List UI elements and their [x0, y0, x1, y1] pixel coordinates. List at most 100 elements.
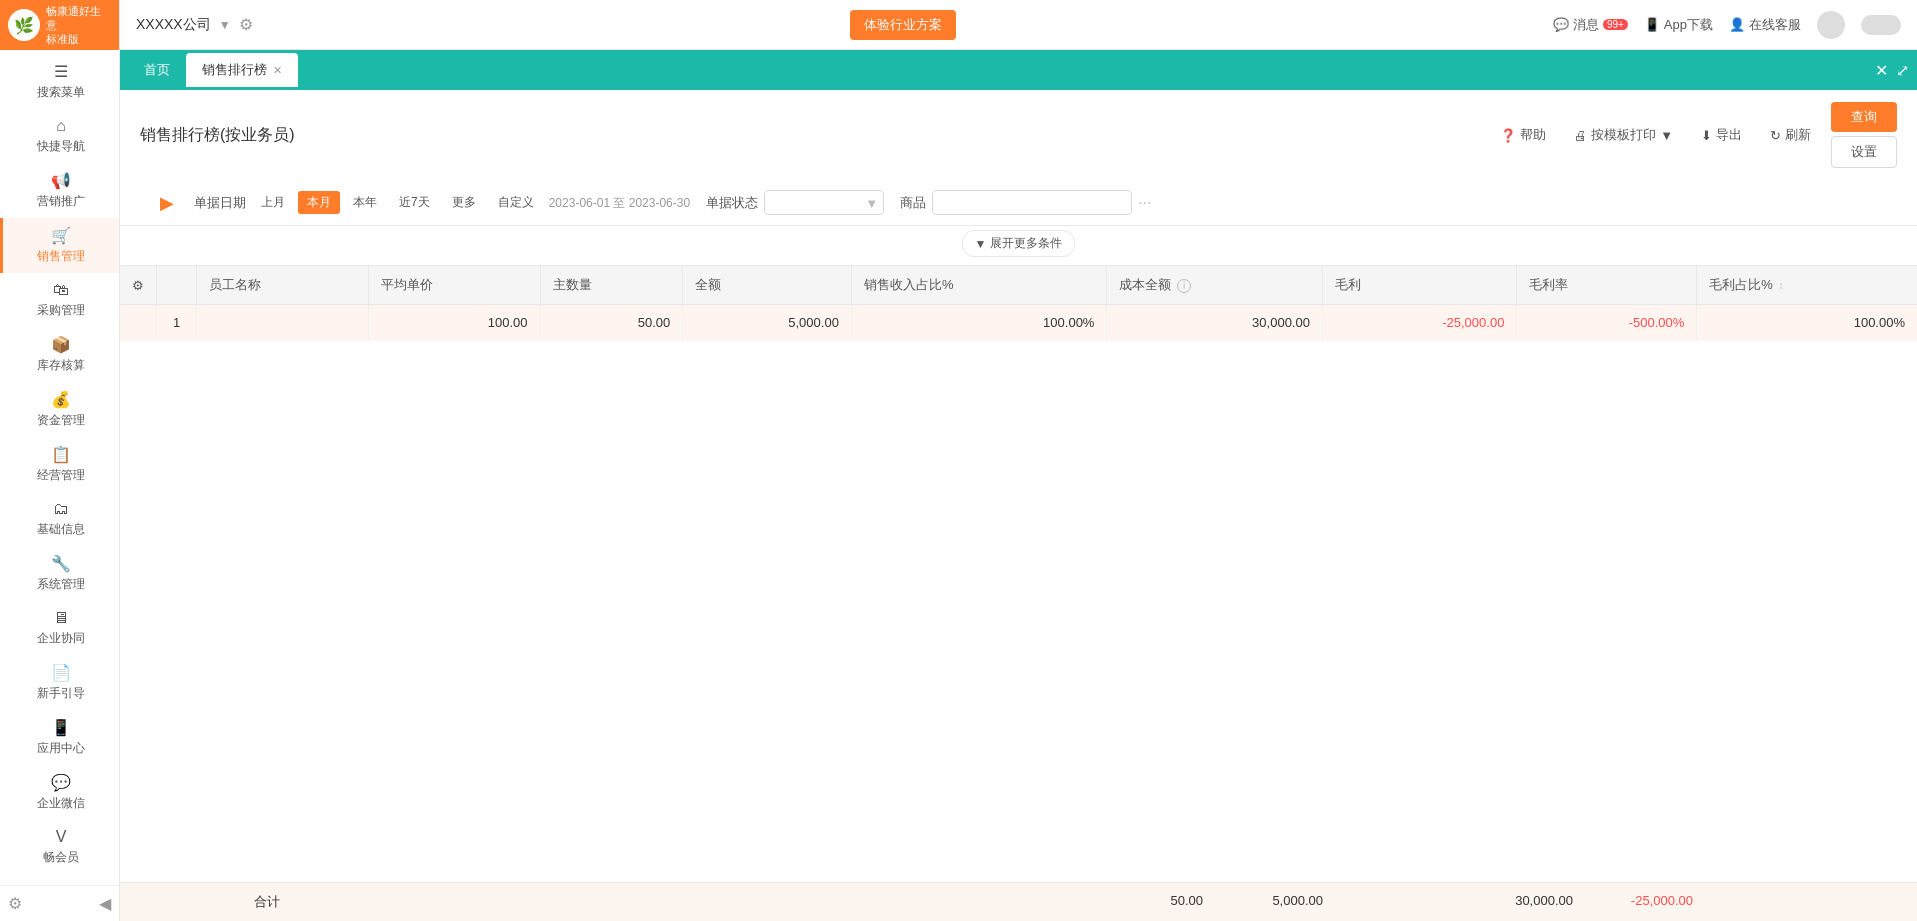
footer-empty1	[132, 893, 202, 911]
row-sales-pct: 100.00%	[851, 305, 1107, 341]
date-tab-custom[interactable]: 自定义	[489, 191, 543, 214]
date-tab-last-month[interactable]: 上月	[252, 191, 294, 214]
user-avatar[interactable]	[1817, 11, 1845, 39]
sidebar-settings-icon[interactable]: ⚙	[8, 894, 22, 913]
col-main-qty-header: 主数量	[540, 266, 683, 305]
purchase-mgmt-icon: 🛍	[53, 281, 69, 299]
user-name[interactable]	[1861, 15, 1901, 35]
message-label: 消息	[1573, 16, 1599, 34]
table-body: 1 100.00 50.00 5,000.00 100.00% 30,000.0…	[120, 305, 1917, 341]
expand-chevron-icon: ▼	[975, 237, 987, 251]
footer-empty2	[202, 893, 242, 911]
tab-bar: 首页 销售排行榜 ✕ ✕ ⤢	[120, 50, 1917, 90]
quick-nav-icon: ⌂	[56, 117, 66, 135]
tab-home[interactable]: 首页	[128, 53, 186, 87]
tab-home-label: 首页	[144, 61, 170, 79]
industry-button[interactable]: 体验行业方案	[850, 10, 956, 40]
tab-close-icon[interactable]: ✕	[273, 64, 282, 77]
help-button[interactable]: ❓ 帮助	[1492, 122, 1554, 148]
message-icon: 💬	[1553, 17, 1569, 32]
app-center-label: 应用中心	[37, 740, 85, 757]
print-dropdown-icon: ▼	[1660, 128, 1673, 143]
row-gross-rate: -500.00%	[1517, 305, 1697, 341]
goods-input[interactable]	[932, 190, 1132, 215]
cost-amount-info-icon[interactable]: i	[1177, 279, 1191, 293]
goods-more-icon[interactable]: ···	[1138, 194, 1151, 212]
gross-pct-sort-icon[interactable]: ↕	[1778, 280, 1783, 291]
sidebar-item-enterprise-collab[interactable]: 🖥 企业协同	[0, 601, 119, 655]
footer-cost-amount: 30,000.00	[1455, 893, 1585, 911]
col-idx-header	[157, 266, 197, 305]
export-button[interactable]: ⬇ 导出	[1693, 122, 1750, 148]
online-service-icon: 👤	[1729, 17, 1745, 32]
search-orders-icon: ☰	[54, 62, 68, 81]
footer-cells: 合计 50.00 5,000.00 30,000.00 -25,000.00	[132, 893, 1905, 911]
footer-amount: 5,000.00	[1215, 893, 1335, 911]
goods-filter: 商品 ···	[900, 190, 1151, 215]
company-settings-icon[interactable]: ⚙	[239, 15, 253, 34]
sidebar-item-app-center[interactable]: 📱 应用中心	[0, 710, 119, 765]
member-label: 畅会员	[43, 849, 79, 866]
footer-label: 合计	[242, 893, 1015, 911]
status-filter-label: 单据状态	[706, 194, 758, 212]
sidebar-item-system-mgmt[interactable]: 🔧 系统管理	[0, 546, 119, 601]
col-gross-rate-header: 毛利率	[1517, 266, 1697, 305]
status-filter: 单据状态 ▼	[706, 190, 884, 215]
marketing-label: 营销推广	[37, 193, 85, 210]
tab-sales-rank-label: 销售排行榜	[202, 61, 267, 79]
date-filter: 单据日期 上月 本月 本年 近7天 更多 自定义 2023-06-01 至 20…	[194, 191, 690, 214]
col-settings-header[interactable]: ⚙	[120, 266, 157, 305]
sidebar-item-basic-info[interactable]: 🗂 基础信息	[0, 492, 119, 546]
row-cost-amount: 30,000.00	[1107, 305, 1323, 341]
online-service-item[interactable]: 👤 在线客服	[1729, 16, 1801, 34]
operations-label: 经营管理	[37, 467, 85, 484]
enterprise-wechat-icon: 💬	[51, 773, 71, 792]
sidebar-item-search-orders[interactable]: ☰ 搜索菜单	[0, 54, 119, 109]
sidebar-item-enterprise-wechat[interactable]: 💬 企业微信	[0, 765, 119, 820]
footer-gross-rate	[1705, 893, 1805, 911]
date-tab-this-year[interactable]: 本年	[344, 191, 386, 214]
purchase-mgmt-label: 采购管理	[37, 302, 85, 319]
settings-button[interactable]: 设置	[1831, 136, 1897, 168]
sidebar-collapse-icon[interactable]: ◀	[99, 894, 111, 913]
sidebar-item-purchase-mgmt[interactable]: 🛍 采购管理	[0, 273, 119, 327]
export-icon: ⬇	[1701, 128, 1712, 143]
system-mgmt-icon: 🔧	[51, 554, 71, 573]
refresh-icon: ↻	[1770, 128, 1781, 143]
status-select[interactable]	[764, 190, 884, 215]
template-print-button[interactable]: 🖨 按模板打印 ▼	[1566, 122, 1681, 148]
company-selector[interactable]: XXXXX公司 ▼ ⚙	[136, 15, 253, 34]
row-gross-pct: 100.00%	[1697, 305, 1917, 341]
header-center: 体验行业方案	[850, 10, 956, 40]
sidebar-item-marketing[interactable]: 📢 营销推广	[0, 163, 119, 218]
date-tab-last-7days[interactable]: 近7天	[390, 191, 439, 214]
refresh-button[interactable]: ↻ 刷新	[1762, 122, 1819, 148]
query-button[interactable]: 查询	[1831, 102, 1897, 132]
page-actions: ❓ 帮助 🖨 按模板打印 ▼ ⬇ 导出 ↻ 刷新	[1492, 102, 1897, 168]
date-tab-more[interactable]: 更多	[443, 191, 485, 214]
data-table: ⚙ 员工名称 平均单价 主数量 全额 销售收入占比% 成本全额 i 毛利 毛利率	[120, 266, 1917, 341]
row-avg-price: 100.00	[368, 305, 540, 341]
sidebar-item-inventory[interactable]: 📦 库存核算	[0, 327, 119, 382]
expand-conditions-button[interactable]: ▼ 展开更多条件	[962, 230, 1076, 257]
sales-mgmt-icon: 🛒	[51, 226, 71, 245]
quick-nav-label: 快捷导航	[37, 138, 85, 155]
sidebar-item-beginner-guide[interactable]: 📄 新手引导	[0, 655, 119, 710]
sidebar-item-finance[interactable]: 💰 资金管理	[0, 382, 119, 437]
sidebar-item-sales-mgmt[interactable]: 🛒 销售管理	[0, 218, 119, 273]
enterprise-collab-label: 企业协同	[37, 630, 85, 647]
date-tab-current-month[interactable]: 本月	[298, 191, 340, 214]
sidebar-item-member[interactable]: V 畅会员	[0, 820, 119, 874]
inventory-icon: 📦	[51, 335, 71, 354]
sidebar-item-quick-nav[interactable]: ⌂ 快捷导航	[0, 109, 119, 163]
tab-close-all-icon[interactable]: ✕	[1875, 61, 1888, 80]
tab-restore-icon[interactable]: ⤢	[1896, 61, 1909, 80]
finance-label: 资金管理	[37, 412, 85, 429]
filter-expand-icon[interactable]: ▶	[160, 192, 174, 214]
sidebar-item-operations[interactable]: 📋 经营管理	[0, 437, 119, 492]
app-download-item[interactable]: 📱 App下载	[1644, 16, 1713, 34]
basic-info-label: 基础信息	[37, 521, 85, 538]
message-item[interactable]: 💬 消息 99+	[1553, 16, 1628, 34]
tab-sales-rank[interactable]: 销售排行榜 ✕	[186, 53, 298, 87]
print-icon: 🖨	[1574, 128, 1587, 143]
